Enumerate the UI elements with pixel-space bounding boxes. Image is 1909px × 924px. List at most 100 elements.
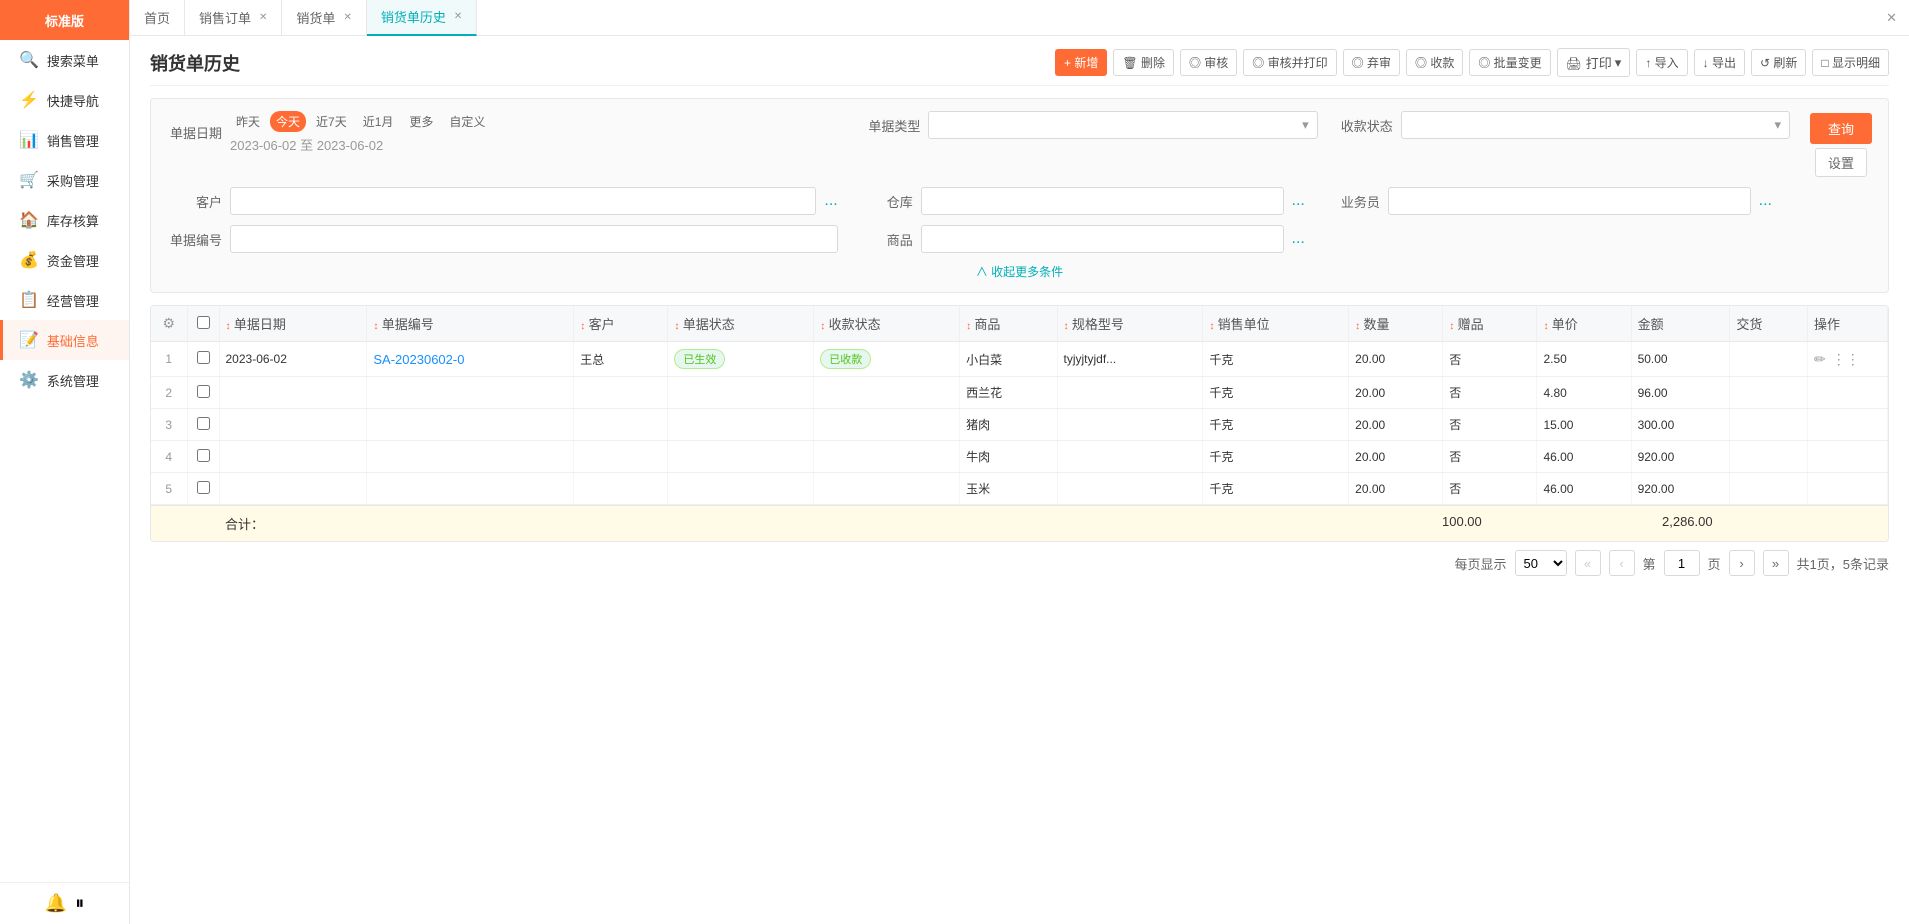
customer-input[interactable] — [230, 187, 816, 215]
sidebar-item-purchase[interactable]: 🛒 采购管理 — [0, 160, 129, 200]
doc-no-cell[interactable]: SA-20230602-0 — [367, 342, 574, 377]
col-goods[interactable]: ↕ 商品 — [960, 306, 1057, 342]
pause-icon[interactable]: ⏸ — [75, 893, 84, 914]
col-doc-no[interactable]: ↕ 单据编号 — [367, 306, 574, 342]
revoke-button[interactable]: ◎ 弃审 — [1343, 49, 1400, 76]
batch-change-button[interactable]: ◎ 批量变更 — [1469, 49, 1550, 76]
audit-print-button[interactable]: ◎ 审核并打印 — [1243, 49, 1336, 76]
sidebar-item-sales[interactable]: 📊 销售管理 — [0, 120, 129, 160]
checkbox-cell[interactable] — [187, 441, 219, 473]
date-tag-1month[interactable]: 近1月 — [357, 111, 400, 132]
goods-ellipsis[interactable]: ... — [1292, 230, 1305, 248]
action-cell — [1808, 473, 1888, 505]
date-tag-7days[interactable]: 近7天 — [310, 111, 353, 132]
notification-icon[interactable]: 🔔 — [45, 893, 67, 914]
col-doc-date[interactable]: ↕ 单据日期 — [219, 306, 367, 342]
warehouse-input[interactable] — [921, 187, 1284, 215]
doc-type-select[interactable]: ▾ — [928, 111, 1317, 139]
doc-no-link[interactable]: SA-20230602-0 — [373, 352, 464, 367]
payment-status-select[interactable]: ▾ — [1401, 111, 1790, 139]
page-number-input[interactable] — [1664, 550, 1700, 576]
collect-button[interactable]: ◎ 收款 — [1406, 49, 1463, 76]
tab-bar-end[interactable]: ✕ — [1874, 10, 1909, 26]
filter-customer: 客户 ... — [167, 187, 838, 215]
date-tag-more[interactable]: 更多 — [403, 111, 439, 132]
collapse-filter-btn[interactable]: ∧ 收起更多条件 — [167, 263, 1872, 280]
checkbox-cell[interactable] — [187, 409, 219, 441]
sidebar-item-operations[interactable]: 📋 经营管理 — [0, 280, 129, 320]
checkbox-cell[interactable] — [187, 342, 219, 377]
sidebar: 标准版 🔍 搜索菜单 ⚡ 快捷导航 📊 销售管理 🛒 采购管理 🏠 库存核算 💰… — [0, 0, 130, 924]
col-gift[interactable]: ↕ 赠品 — [1443, 306, 1537, 342]
sales-icon: 📊 — [19, 130, 39, 150]
refresh-button[interactable]: ↺ 刷新 — [1751, 49, 1806, 76]
date-tag-custom[interactable]: 自定义 — [443, 111, 491, 132]
add-button[interactable]: + 新增 — [1055, 49, 1107, 76]
table-cell: 玉米 — [960, 473, 1057, 505]
col-spec[interactable]: ↕ 规格型号 — [1057, 306, 1203, 342]
tab-close-sales-history[interactable]: ✕ — [454, 11, 462, 22]
filter-settings-button[interactable]: 设置 — [1815, 148, 1867, 177]
row-checkbox[interactable] — [197, 481, 210, 494]
table-row: 2西兰花千克20.00否4.8096.00 — [151, 377, 1888, 409]
sidebar-item-finance[interactable]: 💰 资金管理 — [0, 240, 129, 280]
table-cell: 否 — [1443, 409, 1537, 441]
row-checkbox[interactable] — [197, 351, 210, 364]
tab-close-sales-order[interactable]: ✕ — [259, 12, 267, 23]
edit-icon[interactable]: ✏ — [1814, 351, 1826, 368]
delete-button[interactable]: 🗑 删除 — [1113, 49, 1174, 76]
tab-home[interactable]: 首页 — [130, 0, 185, 36]
tab-sales-delivery[interactable]: 销货单 ✕ — [282, 0, 366, 36]
audit-button[interactable]: ◎ 审核 — [1180, 49, 1237, 76]
col-qty[interactable]: ↕ 数量 — [1349, 306, 1443, 342]
prev-page-button[interactable]: ‹ — [1609, 550, 1635, 576]
query-button[interactable]: 查询 — [1810, 113, 1872, 144]
col-settings[interactable]: ⚙ — [151, 306, 187, 342]
sidebar-item-inventory[interactable]: 🏠 库存核算 — [0, 200, 129, 240]
select-all-checkbox[interactable] — [197, 316, 210, 329]
tab-sales-order[interactable]: 销售订单 ✕ — [185, 0, 282, 36]
date-tag-today[interactable]: 今天 — [270, 111, 306, 132]
date-tag-yesterday[interactable]: 昨天 — [230, 111, 266, 132]
doc-no-input[interactable] — [230, 225, 838, 253]
customer-label: 客户 — [167, 192, 222, 211]
import-button[interactable]: ↑ 导入 — [1636, 49, 1687, 76]
last-page-button[interactable]: » — [1763, 550, 1789, 576]
sidebar-item-quicknav[interactable]: ⚡ 快捷导航 — [0, 80, 129, 120]
col-customer[interactable]: ↕ 客户 — [574, 306, 668, 342]
row-checkbox[interactable] — [197, 449, 210, 462]
print-button[interactable]: 🖨 打印 ▾ — [1557, 48, 1631, 77]
row-checkbox[interactable] — [197, 385, 210, 398]
sidebar-item-system[interactable]: ⚙️ 系统管理 — [0, 360, 129, 400]
operations-icon: 📋 — [19, 290, 39, 310]
salesperson-input[interactable] — [1388, 187, 1751, 215]
checkbox-cell[interactable] — [187, 473, 219, 505]
warehouse-ellipsis[interactable]: ... — [1292, 192, 1305, 210]
tab-close-sales-delivery[interactable]: ✕ — [343, 12, 351, 23]
page-size-select[interactable]: 50 100 200 — [1515, 550, 1567, 576]
table-cell: 20.00 — [1349, 377, 1443, 409]
export-button[interactable]: ↓ 导出 — [1694, 49, 1745, 76]
table-gear-icon[interactable]: ⚙ — [162, 315, 175, 331]
sidebar-item-search[interactable]: 🔍 搜索菜单 — [0, 40, 129, 80]
first-page-button[interactable]: « — [1575, 550, 1601, 576]
table-cell: 20.00 — [1349, 342, 1443, 377]
tab-sales-history[interactable]: 销货单历史 ✕ — [367, 0, 477, 36]
col-doc-status[interactable]: ↕ 单据状态 — [668, 306, 814, 342]
table-cell: 20.00 — [1349, 441, 1443, 473]
customer-ellipsis[interactable]: ... — [824, 192, 837, 210]
table-cell: 千克 — [1203, 377, 1349, 409]
col-payment-status[interactable]: ↕ 收款状态 — [814, 306, 960, 342]
sidebar-item-basic[interactable]: 📝 基础信息 — [0, 320, 129, 360]
table-cell — [1730, 342, 1808, 377]
row-checkbox[interactable] — [197, 417, 210, 430]
more-icon[interactable]: ⋮⋮ — [1832, 351, 1860, 368]
checkbox-cell[interactable] — [187, 377, 219, 409]
col-unit[interactable]: ↕ 销售单位 — [1203, 306, 1349, 342]
salesperson-ellipsis[interactable]: ... — [1759, 192, 1772, 210]
show-detail-button[interactable]: □ 显示明细 — [1812, 49, 1889, 76]
next-page-button[interactable]: › — [1729, 550, 1755, 576]
col-price[interactable]: ↕ 单价 — [1537, 306, 1631, 342]
goods-label: 商品 — [858, 230, 913, 249]
goods-input[interactable] — [921, 225, 1284, 253]
